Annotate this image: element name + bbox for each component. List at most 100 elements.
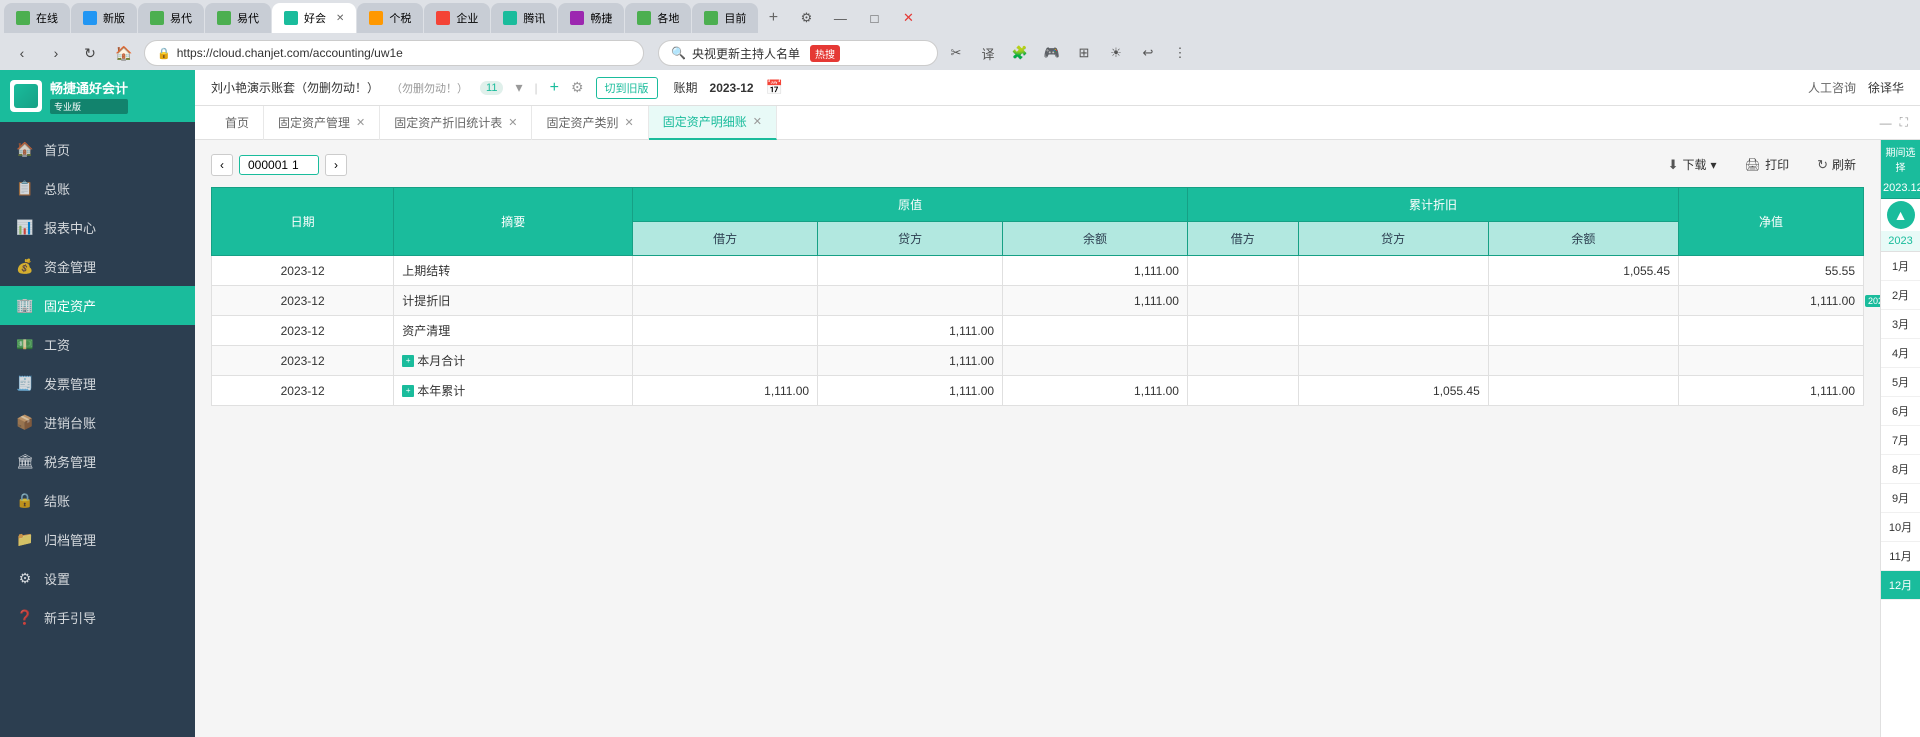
account-dropdown-icon[interactable]: ▾: [515, 79, 522, 96]
brightness-icon[interactable]: ☀: [1102, 39, 1130, 67]
tab-fixed-management[interactable]: 固定资产管理 ✕: [264, 106, 380, 140]
tab-close-fixed-management[interactable]: ✕: [356, 116, 365, 129]
browser-tab-yidai1[interactable]: 易代: [138, 3, 204, 33]
window-minimize-icon[interactable]: —: [826, 4, 854, 32]
download-button[interactable]: ⬇ 下载 ▾: [1660, 152, 1725, 177]
period-month-8[interactable]: 8月: [1881, 455, 1920, 484]
period-month-1[interactable]: 1月: [1881, 252, 1920, 281]
minimize-panel-icon[interactable]: —: [1880, 116, 1892, 130]
sidebar-item-report[interactable]: 📊 报表中心: [0, 208, 195, 247]
browser-tab-gedi[interactable]: 各地: [625, 3, 691, 33]
sidebar-item-ledger[interactable]: 📋 总账: [0, 169, 195, 208]
period-month-7[interactable]: 7月: [1881, 426, 1920, 455]
account-count-badge: 11: [480, 81, 503, 95]
new-tab-button[interactable]: +: [759, 4, 787, 32]
sidebar-item-invoice[interactable]: 🧾 发票管理: [0, 364, 195, 403]
col-leiji-debit: 借方: [1187, 222, 1298, 256]
grid-icon[interactable]: ⊞: [1070, 39, 1098, 67]
browser-tab-muqian[interactable]: 目前: [692, 3, 758, 33]
period-year-label-2023: 2023: [1881, 231, 1920, 252]
period-month-11[interactable]: 11月: [1881, 542, 1920, 571]
period-month-9[interactable]: 9月: [1881, 484, 1920, 513]
extension-icon[interactable]: 🧩: [1006, 39, 1034, 67]
prev-page-button[interactable]: ‹: [211, 154, 233, 176]
cell-yuanzhi-debit: 1,111.00: [633, 376, 818, 406]
home-icon: 🏠: [16, 141, 34, 159]
next-page-button[interactable]: ›: [325, 154, 347, 176]
period-selected-year[interactable]: 2023.12: [1881, 178, 1920, 199]
sidebar-item-guide[interactable]: ❓ 新手引导: [0, 598, 195, 637]
period-month-10[interactable]: 10月: [1881, 513, 1920, 542]
period-month-3[interactable]: 3月: [1881, 310, 1920, 339]
search-box[interactable]: 🔍 央视更新主持人名单 热搜: [658, 40, 938, 66]
tab-close-depreciation-stats[interactable]: ✕: [508, 116, 517, 129]
sidebar-item-funds[interactable]: 💰 资金管理: [0, 247, 195, 286]
game-icon[interactable]: 🎮: [1038, 39, 1066, 67]
browser-tab-qiye[interactable]: 企业: [424, 3, 490, 33]
cell-summary: + 本月合计: [394, 346, 633, 376]
translate-icon[interactable]: 译: [974, 39, 1002, 67]
sidebar-item-settings[interactable]: ⚙ 设置: [0, 559, 195, 598]
tab-home-label: 首页: [225, 114, 249, 131]
switch-version-button[interactable]: 切到旧版: [596, 77, 658, 99]
reload-button[interactable]: ↻: [76, 39, 104, 67]
tab-close-icon[interactable]: ✕: [336, 13, 344, 24]
refresh-button[interactable]: ↻ 刷新: [1809, 152, 1864, 177]
service-button[interactable]: 人工咨询: [1808, 79, 1856, 96]
print-button[interactable]: 🖨 打印: [1737, 152, 1798, 177]
cell-leiji-balance: [1488, 346, 1678, 376]
period-month-4[interactable]: 4月: [1881, 339, 1920, 368]
col-group-leiji: 累计折旧: [1187, 188, 1678, 222]
tab-close-asset-detail[interactable]: ✕: [753, 115, 762, 128]
scissors-icon[interactable]: ✂: [942, 39, 970, 67]
back-button[interactable]: ‹: [8, 39, 36, 67]
sidebar-item-tax[interactable]: 🏛 税务管理: [0, 442, 195, 481]
sidebar-item-closing[interactable]: 🔒 结账: [0, 481, 195, 520]
sidebar-item-inventory[interactable]: 📦 进销台账: [0, 403, 195, 442]
sidebar-item-fixed[interactable]: 🏢 固定资产: [0, 286, 195, 325]
forward-button[interactable]: ›: [42, 39, 70, 67]
sidebar-item-archive[interactable]: 📁 归档管理: [0, 520, 195, 559]
account-settings-icon[interactable]: ⚙: [571, 79, 584, 96]
tab-asset-category[interactable]: 固定资产类别 ✕: [532, 106, 648, 140]
sidebar-item-salary[interactable]: 💵 工资: [0, 325, 195, 364]
browser-tab-online[interactable]: 在线: [4, 3, 70, 33]
period-scroll-up[interactable]: ▲: [1887, 201, 1915, 229]
home-button[interactable]: 🏠: [110, 39, 138, 67]
url-input[interactable]: 🔒 https://cloud.chanjet.com/accounting/u…: [144, 40, 644, 66]
tab-home[interactable]: 首页: [211, 106, 264, 140]
sidebar-label-ledger: 总账: [44, 179, 70, 198]
window-maximize-icon[interactable]: □: [860, 4, 888, 32]
app-edition: 专业版: [50, 99, 128, 114]
sidebar-item-home[interactable]: 🏠 首页: [0, 130, 195, 169]
fixed-assets-icon: 🏢: [16, 297, 34, 315]
col-summary: 摘要: [394, 188, 633, 256]
maximize-panel-icon[interactable]: ⛶: [1900, 115, 1908, 130]
tab-favicon: [503, 11, 517, 25]
window-close-icon[interactable]: ✕: [894, 4, 922, 32]
undo-icon[interactable]: ↩: [1134, 39, 1162, 67]
tab-favicon: [369, 11, 383, 25]
calendar-icon[interactable]: 📅: [766, 79, 783, 96]
browser-tab-changjie[interactable]: 畅捷: [558, 3, 624, 33]
tab-depreciation-stats[interactable]: 固定资产折旧统计表 ✕: [380, 106, 532, 140]
browser-settings-icon[interactable]: ⚙: [792, 4, 820, 32]
cell-summary: 计提折旧: [394, 286, 633, 316]
tab-close-asset-category[interactable]: ✕: [625, 116, 634, 129]
cell-yuanzhi-credit: 1,111.00: [818, 376, 1003, 406]
period-month-2[interactable]: 2月: [1881, 281, 1920, 310]
sidebar-label-settings: 设置: [44, 569, 70, 588]
tab-title: 畅捷: [590, 10, 612, 26]
add-account-icon[interactable]: +: [550, 79, 559, 97]
browser-tab-yidai2[interactable]: 易代: [205, 3, 271, 33]
browser-tab-tengxun[interactable]: 腾讯: [491, 3, 557, 33]
period-month-6[interactable]: 6月: [1881, 397, 1920, 426]
table-row: 2023-12 上期结转 1,111.00 1,055.45 55.55: [212, 256, 1864, 286]
browser-tab-new[interactable]: 新版: [71, 3, 137, 33]
browser-tab-geshui[interactable]: 个税: [357, 3, 423, 33]
browser-tab-haohui[interactable]: 好会 ✕: [272, 3, 356, 33]
period-month-12[interactable]: 12月: [1881, 571, 1920, 600]
tab-asset-detail[interactable]: 固定资产明细账 ✕: [649, 106, 777, 140]
period-month-5[interactable]: 5月: [1881, 368, 1920, 397]
more-icon[interactable]: ⋮: [1166, 39, 1194, 67]
